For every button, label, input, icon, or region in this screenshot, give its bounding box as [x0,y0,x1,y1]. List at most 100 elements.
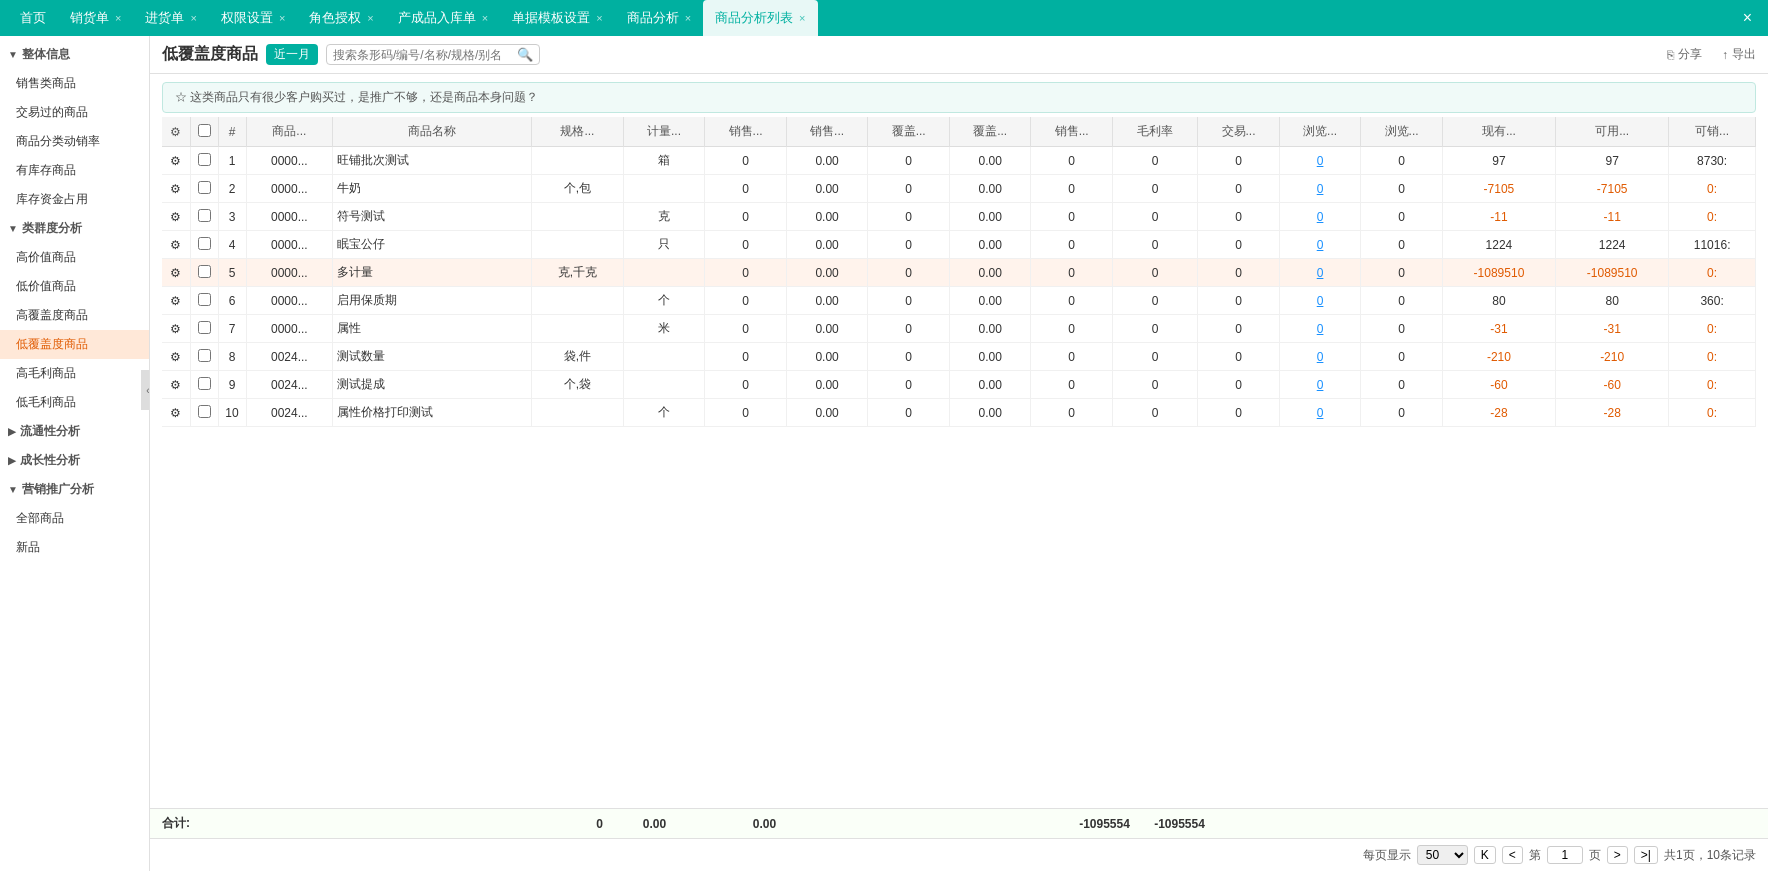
col-sales2[interactable]: 销售... [786,117,868,147]
row-checkbox-cell[interactable] [190,371,218,399]
row-setting[interactable]: ⚙ [162,175,190,203]
row-setting[interactable]: ⚙ [162,231,190,259]
sidebar-item-category-sales-rate[interactable]: 商品分类动销率 [0,127,149,156]
row-checkbox-cell[interactable] [190,231,218,259]
nav-product-analysis-close[interactable]: × [685,0,691,36]
sidebar-item-inventory-capital[interactable]: 库存资金占用 [0,185,149,214]
row-browse1[interactable]: 0 [1279,175,1361,203]
first-page-button[interactable]: K [1474,846,1496,864]
row-checkbox[interactable] [198,181,211,194]
row-checkbox[interactable] [198,293,211,306]
row-browse1[interactable]: 0 [1279,203,1361,231]
row-setting[interactable]: ⚙ [162,287,190,315]
row-checkbox[interactable] [198,405,211,418]
row-checkbox[interactable] [198,321,211,334]
nav-product-analysis-list[interactable]: 商品分析列表 × [703,0,817,36]
row-checkbox[interactable] [198,209,211,222]
row-browse1[interactable]: 0 [1279,231,1361,259]
last-page-button[interactable]: >| [1634,846,1658,864]
prev-page-button[interactable]: < [1502,846,1523,864]
sidebar-section-overall[interactable]: ▼ 整体信息 [0,40,149,69]
row-checkbox[interactable] [198,237,211,250]
sidebar-item-new-goods[interactable]: 新品 [0,533,149,562]
row-checkbox[interactable] [198,265,211,278]
sidebar-section-marketing[interactable]: ▼ 营销推广分析 [0,475,149,504]
sidebar-item-high-value[interactable]: 高价值商品 [0,243,149,272]
col-product-code[interactable]: 商品... [246,117,333,147]
row-browse1[interactable]: 0 [1279,343,1361,371]
date-filter-button[interactable]: 近一月 [266,44,318,65]
nav-product-analysis[interactable]: 商品分析 × [615,0,703,36]
nav-product-storage[interactable]: 产成品入库单 × [386,0,500,36]
nav-role-auth[interactable]: 角色授权 × [297,0,385,36]
sidebar-collapse-button[interactable]: « [141,370,150,410]
table-container[interactable]: ⚙ # 商品... 商品名称 规格... 计量... 销售... 销售... 覆… [150,117,1768,808]
col-sales3[interactable]: 销售... [1031,117,1113,147]
nav-template-settings[interactable]: 单据模板设置 × [500,0,614,36]
row-checkbox-cell[interactable] [190,287,218,315]
col-coverage1[interactable]: 覆盖... [868,117,950,147]
row-browse1[interactable]: 0 [1279,259,1361,287]
col-checkbox-header[interactable] [190,117,218,147]
nav-template-settings-close[interactable]: × [596,0,602,36]
col-product-name[interactable]: 商品名称 [333,117,532,147]
next-page-button[interactable]: > [1607,846,1628,864]
row-checkbox-cell[interactable] [190,147,218,175]
search-input[interactable] [333,48,513,62]
row-setting[interactable]: ⚙ [162,203,190,231]
sidebar-item-low-coverage[interactable]: 低覆盖度商品 [0,330,149,359]
row-checkbox-cell[interactable] [190,315,218,343]
col-sales1[interactable]: 销售... [705,117,787,147]
row-setting[interactable]: ⚙ [162,147,190,175]
select-all-checkbox[interactable] [198,124,211,137]
sidebar-item-high-profit[interactable]: 高毛利商品 [0,359,149,388]
nav-sales-order[interactable]: 销货单 × [58,0,133,36]
row-checkbox-cell[interactable] [190,175,218,203]
sidebar-item-low-value[interactable]: 低价值商品 [0,272,149,301]
nav-product-storage-close[interactable]: × [482,0,488,36]
share-button[interactable]: ⎘ 分享 [1667,46,1702,63]
row-browse1[interactable]: 0 [1279,315,1361,343]
nav-purchase-order-close[interactable]: × [190,0,196,36]
row-checkbox-cell[interactable] [190,399,218,427]
col-unit[interactable]: 计量... [623,117,705,147]
sidebar-item-low-profit[interactable]: 低毛利商品 [0,388,149,417]
col-browse1[interactable]: 浏览... [1279,117,1361,147]
window-close-button[interactable]: × [1735,9,1760,27]
sidebar-section-cluster[interactable]: ▼ 类群度分析 [0,214,149,243]
nav-product-analysis-list-close[interactable]: × [799,0,805,36]
col-coverage2[interactable]: 覆盖... [949,117,1031,147]
nav-permissions[interactable]: 权限设置 × [209,0,297,36]
row-setting[interactable]: ⚙ [162,371,190,399]
col-spec[interactable]: 规格... [532,117,624,147]
search-icon[interactable]: 🔍 [517,47,533,62]
col-profit-rate[interactable]: 毛利率 [1112,117,1197,147]
row-checkbox-cell[interactable] [190,343,218,371]
col-stock3[interactable]: 可销... [1669,117,1756,147]
col-stock2[interactable]: 可用... [1556,117,1669,147]
row-browse1[interactable]: 0 [1279,371,1361,399]
sidebar-item-high-coverage[interactable]: 高覆盖度商品 [0,301,149,330]
col-stock1[interactable]: 现有... [1442,117,1555,147]
per-page-select[interactable]: 50 10 20 100 [1417,845,1468,865]
sidebar-section-liquidity[interactable]: ▶ 流通性分析 [0,417,149,446]
nav-sales-order-close[interactable]: × [115,0,121,36]
sidebar-item-sales-goods[interactable]: 销售类商品 [0,69,149,98]
col-browse2[interactable]: 浏览... [1361,117,1443,147]
nav-permissions-close[interactable]: × [279,0,285,36]
row-browse1[interactable]: 0 [1279,147,1361,175]
row-checkbox[interactable] [198,153,211,166]
row-setting[interactable]: ⚙ [162,259,190,287]
row-checkbox-cell[interactable] [190,203,218,231]
col-settings[interactable]: ⚙ [162,117,190,147]
sidebar-item-traded-goods[interactable]: 交易过的商品 [0,98,149,127]
sidebar-item-all-goods[interactable]: 全部商品 [0,504,149,533]
nav-role-auth-close[interactable]: × [367,0,373,36]
sidebar-item-in-stock-goods[interactable]: 有库存商品 [0,156,149,185]
nav-purchase-order[interactable]: 进货单 × [133,0,208,36]
row-checkbox[interactable] [198,377,211,390]
row-setting[interactable]: ⚙ [162,343,190,371]
sidebar-section-growth[interactable]: ▶ 成长性分析 [0,446,149,475]
row-setting[interactable]: ⚙ [162,315,190,343]
nav-home[interactable]: 首页 [8,0,58,36]
